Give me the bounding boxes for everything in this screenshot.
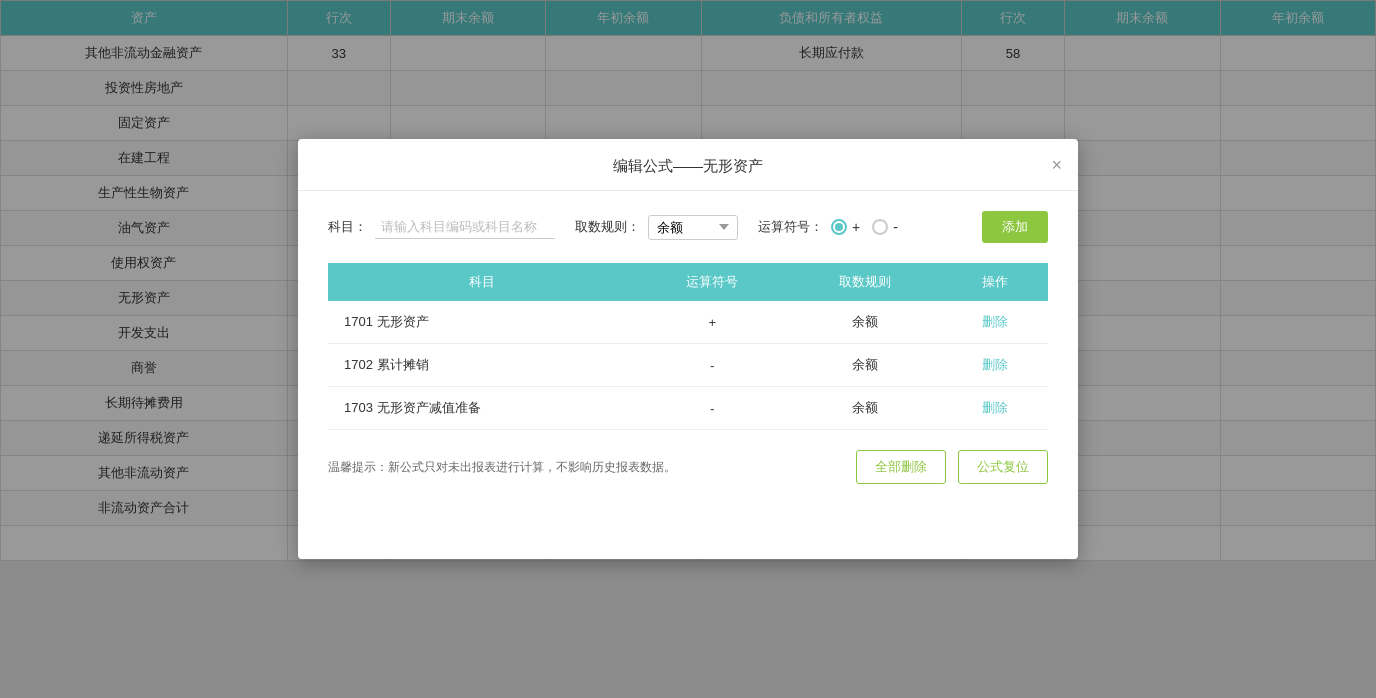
reset-formula-button[interactable]: 公式复位 (958, 450, 1048, 484)
table-cell-operator: - (636, 387, 789, 430)
add-button[interactable]: 添加 (982, 211, 1048, 243)
modal-header: 编辑公式——无形资产 × (298, 139, 1078, 191)
modal-overlay: 编辑公式——无形资产 × 科目： 取数规则： 余额 借方发生额 贷方发生额 借方… (0, 0, 1376, 698)
table-row: 1702 累计摊销-余额 删除 (328, 344, 1048, 387)
rule-select-wrapper: 余额 借方发生额 贷方发生额 借方累计发生额 贷方累计发生额 (648, 215, 738, 240)
modal-footer: 温馨提示：新公式只对未出报表进行计算，不影响历史报表数据。 全部删除 公式复位 (298, 430, 1078, 494)
delete-row-button[interactable]: 删除 (982, 356, 1008, 374)
subject-label: 科目： (328, 218, 367, 236)
table-column-header: 操作 (942, 263, 1048, 301)
operator-minus-label: - (893, 219, 898, 235)
subject-input[interactable] (375, 215, 555, 239)
table-cell-rule: 余额 (789, 387, 942, 430)
rule-group: 取数规则： 余额 借方发生额 贷方发生额 借方累计发生额 贷方累计发生额 (575, 215, 738, 240)
table-cell-action: 删除 (942, 301, 1048, 344)
table-cell-subject: 1703 无形资产减值准备 (328, 387, 636, 430)
modal-close-button[interactable]: × (1051, 156, 1062, 174)
operator-plus-radio[interactable]: + (831, 219, 860, 235)
modal-dialog: 编辑公式——无形资产 × 科目： 取数规则： 余额 借方发生额 贷方发生额 借方… (298, 139, 1078, 559)
table-cell-subject: 1701 无形资产 (328, 301, 636, 344)
operator-plus-label: + (852, 219, 860, 235)
formula-table-wrapper: 科目运算符号取数规则操作 1701 无形资产+余额删除1702 累计摊销-余额删… (298, 263, 1078, 430)
formula-form: 科目： 取数规则： 余额 借方发生额 贷方发生额 借方累计发生额 贷方累计发生额… (298, 191, 1078, 263)
delete-row-button[interactable]: 删除 (982, 313, 1008, 331)
table-row: 1703 无形资产减值准备-余额 删除 (328, 387, 1048, 430)
rule-select[interactable]: 余额 借方发生额 贷方发生额 借方累计发生额 贷方累计发生额 (648, 215, 738, 240)
table-cell-operator: + (636, 301, 789, 344)
table-column-header: 取数规则 (789, 263, 942, 301)
table-cell-rule: 余额 (789, 301, 942, 344)
table-cell-operator: - (636, 344, 789, 387)
table-column-header: 运算符号 (636, 263, 789, 301)
subject-group: 科目： (328, 215, 555, 239)
delete-all-button[interactable]: 全部删除 (856, 450, 946, 484)
radio-circle-minus (872, 219, 888, 235)
rule-label: 取数规则： (575, 218, 640, 236)
table-row: 1701 无形资产+余额 删除 (328, 301, 1048, 344)
table-column-header: 科目 (328, 263, 636, 301)
table-cell-subject: 1702 累计摊销 (328, 344, 636, 387)
table-cell-action: 删除 (942, 344, 1048, 387)
table-cell-action: 删除 (942, 387, 1048, 430)
footer-tip: 温馨提示：新公式只对未出报表进行计算，不影响历史报表数据。 (328, 459, 676, 476)
table-cell-rule: 余额 (789, 344, 942, 387)
operator-radio-group: + - (831, 219, 898, 235)
delete-row-button[interactable]: 删除 (982, 399, 1008, 417)
operator-group: 运算符号： + - (758, 218, 898, 236)
operator-label: 运算符号： (758, 218, 823, 236)
footer-buttons: 全部删除 公式复位 (856, 450, 1048, 484)
radio-circle-plus (831, 219, 847, 235)
operator-minus-radio[interactable]: - (872, 219, 898, 235)
formula-table: 科目运算符号取数规则操作 1701 无形资产+余额删除1702 累计摊销-余额删… (328, 263, 1048, 430)
modal-title: 编辑公式——无形资产 (613, 157, 763, 176)
